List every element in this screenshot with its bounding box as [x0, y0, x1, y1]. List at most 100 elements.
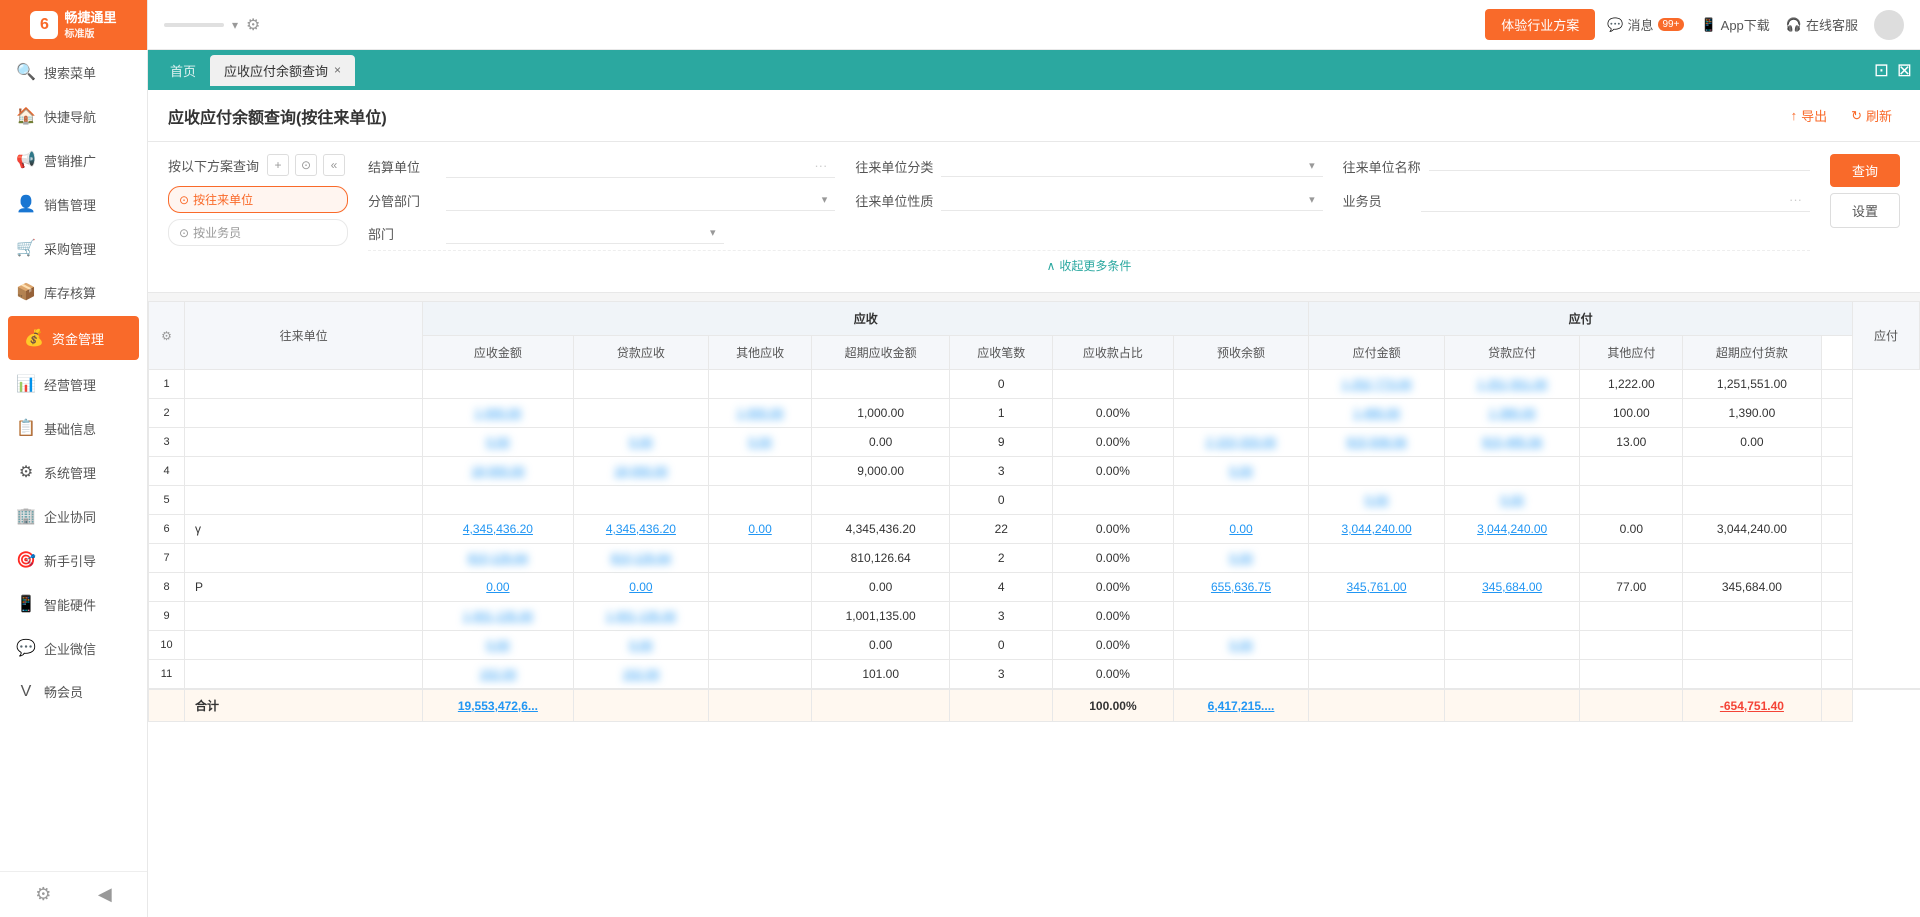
partner-nature-select[interactable]: ▾	[941, 189, 1322, 211]
sidebar-item-member[interactable]: V 畅会员	[0, 670, 147, 713]
td-val[interactable]: 0.00	[573, 428, 709, 457]
tab-home[interactable]: 首页	[156, 55, 210, 86]
td-val[interactable]: 1,001,135.00	[573, 602, 709, 631]
filter-add-button[interactable]: +	[267, 154, 289, 176]
filter-collapse-button[interactable]: «	[323, 154, 345, 176]
tab-minimize-icon[interactable]: ⊡	[1874, 60, 1889, 81]
scheme-by-unit[interactable]: ⊙ 按往来单位	[168, 186, 348, 213]
td-val[interactable]: 915,508.56	[1309, 428, 1445, 457]
td-val[interactable]: 3,044,240.00	[1444, 515, 1580, 544]
td-val[interactable]: 0.00	[1173, 631, 1309, 660]
sidebar-item-inventory[interactable]: 📦 库存核算	[0, 270, 147, 314]
td-val[interactable]: 152.00	[573, 660, 709, 690]
table-settings-button[interactable]: 设置	[1830, 193, 1900, 228]
footer-overdue-payable[interactable]: -654,751.40	[1683, 689, 1821, 722]
sidebar-item-guide[interactable]: 🎯 新手引导	[0, 538, 147, 582]
tab-receivable[interactable]: 应收应付余额查询 ×	[210, 55, 355, 86]
sidebar-item-hardware[interactable]: 📱 智能硬件	[0, 582, 147, 626]
sidebar-item-wechat[interactable]: 💬 企业微信	[0, 626, 147, 670]
td-val[interactable]: 1,490.00	[1309, 399, 1445, 428]
settings-icon[interactable]: ⚙	[246, 15, 260, 35]
sidebar-label-purchase: 采购管理	[44, 239, 96, 258]
refresh-button[interactable]: ↻ 刷新	[1843, 102, 1900, 129]
td-val[interactable]: 1,001,135.00	[423, 602, 573, 631]
query-button[interactable]: 查询	[1830, 154, 1900, 187]
trial-button[interactable]: 体验行业方案	[1485, 9, 1595, 40]
sidebar-item-search[interactable]: 🔍 搜索菜单	[0, 50, 147, 94]
td-row-num: 10	[149, 631, 185, 660]
td-val[interactable]: 0.00	[709, 428, 812, 457]
td-receivable-ratio: 0.00%	[1053, 399, 1174, 428]
tab-maximize-icon[interactable]: ⊠	[1897, 60, 1912, 81]
td-val[interactable]: 0.00	[423, 631, 573, 660]
td-val[interactable]: 0.00	[1173, 457, 1309, 486]
sidebar-label-basic: 基础信息	[44, 419, 96, 438]
td-val[interactable]: 915,495.56	[1444, 428, 1580, 457]
sidebar-item-operation[interactable]: 📊 经营管理	[0, 362, 147, 406]
sidebar-collapse-btn[interactable]: ◀	[98, 884, 112, 905]
user-avatar[interactable]	[1874, 10, 1904, 40]
td-val[interactable]: 3,044,240.00	[1309, 515, 1445, 544]
footer-prepaid-balance[interactable]: 6,417,215....	[1173, 689, 1309, 722]
table-settings-icon[interactable]: ⚙	[161, 329, 172, 343]
td-val[interactable]: 1,251,551.00	[1444, 370, 1580, 399]
td-val[interactable]: 1,000.00	[709, 399, 812, 428]
td-empty	[1444, 631, 1580, 660]
dept-manager-select[interactable]: ▾	[446, 189, 835, 211]
partner-name-input[interactable]	[1429, 162, 1810, 171]
td-val[interactable]: 1,390.00	[1444, 399, 1580, 428]
td-val[interactable]: 152.00	[423, 660, 573, 690]
td-val[interactable]: 0.00	[1173, 515, 1309, 544]
td-val[interactable]: 1,000.00	[423, 399, 573, 428]
td-val[interactable]: 4,345,436.20	[423, 515, 573, 544]
td-val[interactable]: 0.00	[1444, 486, 1580, 515]
dept-select[interactable]: ▾	[446, 222, 724, 244]
sidebar-item-purchase[interactable]: 🛒 采购管理	[0, 226, 147, 270]
footer-receivable-amount[interactable]: 19,553,472,6...	[423, 689, 573, 722]
settlement-unit-input[interactable]: ···	[446, 154, 835, 178]
app-download-button[interactable]: 📱 App下载	[1700, 15, 1769, 34]
td-val[interactable]: 0.00	[709, 515, 812, 544]
td-val[interactable]: 0.00	[423, 428, 573, 457]
sidebar-item-sales[interactable]: 👤 销售管理	[0, 182, 147, 226]
td-val[interactable]: 0.00	[423, 573, 573, 602]
sidebar-item-marketing[interactable]: 📢 营销推广	[0, 138, 147, 182]
td-val[interactable]: 810,126.64	[423, 544, 573, 573]
td-overdue-payable: 0.00	[1683, 428, 1821, 457]
th-settings[interactable]: ⚙	[149, 302, 185, 370]
td-val[interactable]: 345,684.00	[1444, 573, 1580, 602]
td-val[interactable]: 4,345,436.20	[573, 515, 709, 544]
sidebar-item-basic[interactable]: 📋 基础信息	[0, 406, 147, 450]
sidebar-item-nav[interactable]: 🏠 快捷导航	[0, 94, 147, 138]
message-button[interactable]: 💬 消息 99+	[1607, 15, 1684, 34]
partner-category-select[interactable]: ▾	[941, 155, 1322, 177]
breadcrumb-arrow[interactable]: ▾	[232, 18, 238, 32]
td-val[interactable]: 810,126.64	[573, 544, 709, 573]
collapse-filter-button[interactable]: ∧ 收起更多条件	[368, 250, 1810, 280]
td-val[interactable]: 0.00	[1309, 486, 1445, 515]
th-partner: 往来单位	[185, 302, 423, 370]
sidebar-settings-btn[interactable]: ⚙	[35, 884, 51, 905]
sidebar-label-corp: 企业协同	[44, 507, 96, 526]
tab-close-icon[interactable]: ×	[334, 63, 341, 77]
sidebar-item-corp[interactable]: 🏢 企业协同	[0, 494, 147, 538]
td-val[interactable]: 0.00	[573, 631, 709, 660]
td-val[interactable]: 2,153,333.00	[1173, 428, 1309, 457]
tab-home-label: 首页	[170, 61, 196, 80]
td-val[interactable]: 0.00	[1173, 544, 1309, 573]
export-icon: ↑	[1791, 108, 1798, 123]
sidebar-item-system[interactable]: ⚙ 系统管理	[0, 450, 147, 494]
td-val[interactable]: 1,252,773.00	[1309, 370, 1445, 399]
scheme-by-staff[interactable]: ⊙ 按业务员	[168, 219, 348, 246]
online-service-button[interactable]: 🎧 在线客服	[1786, 15, 1858, 34]
td-val[interactable]: 0.00	[573, 573, 709, 602]
filter-settings-button[interactable]: ⊙	[295, 154, 317, 176]
export-button[interactable]: ↑ 导出	[1783, 102, 1836, 129]
salesman-input[interactable]: ···	[1421, 188, 1810, 212]
td-val[interactable]: 345,761.00	[1309, 573, 1445, 602]
td-val[interactable]: 655,636.75	[1173, 573, 1309, 602]
td-val[interactable]: 18,000.00	[573, 457, 709, 486]
footer-other-receivable	[709, 689, 812, 722]
td-val[interactable]: 18,000.00	[423, 457, 573, 486]
sidebar-item-finance[interactable]: 💰 资金管理	[8, 316, 139, 360]
